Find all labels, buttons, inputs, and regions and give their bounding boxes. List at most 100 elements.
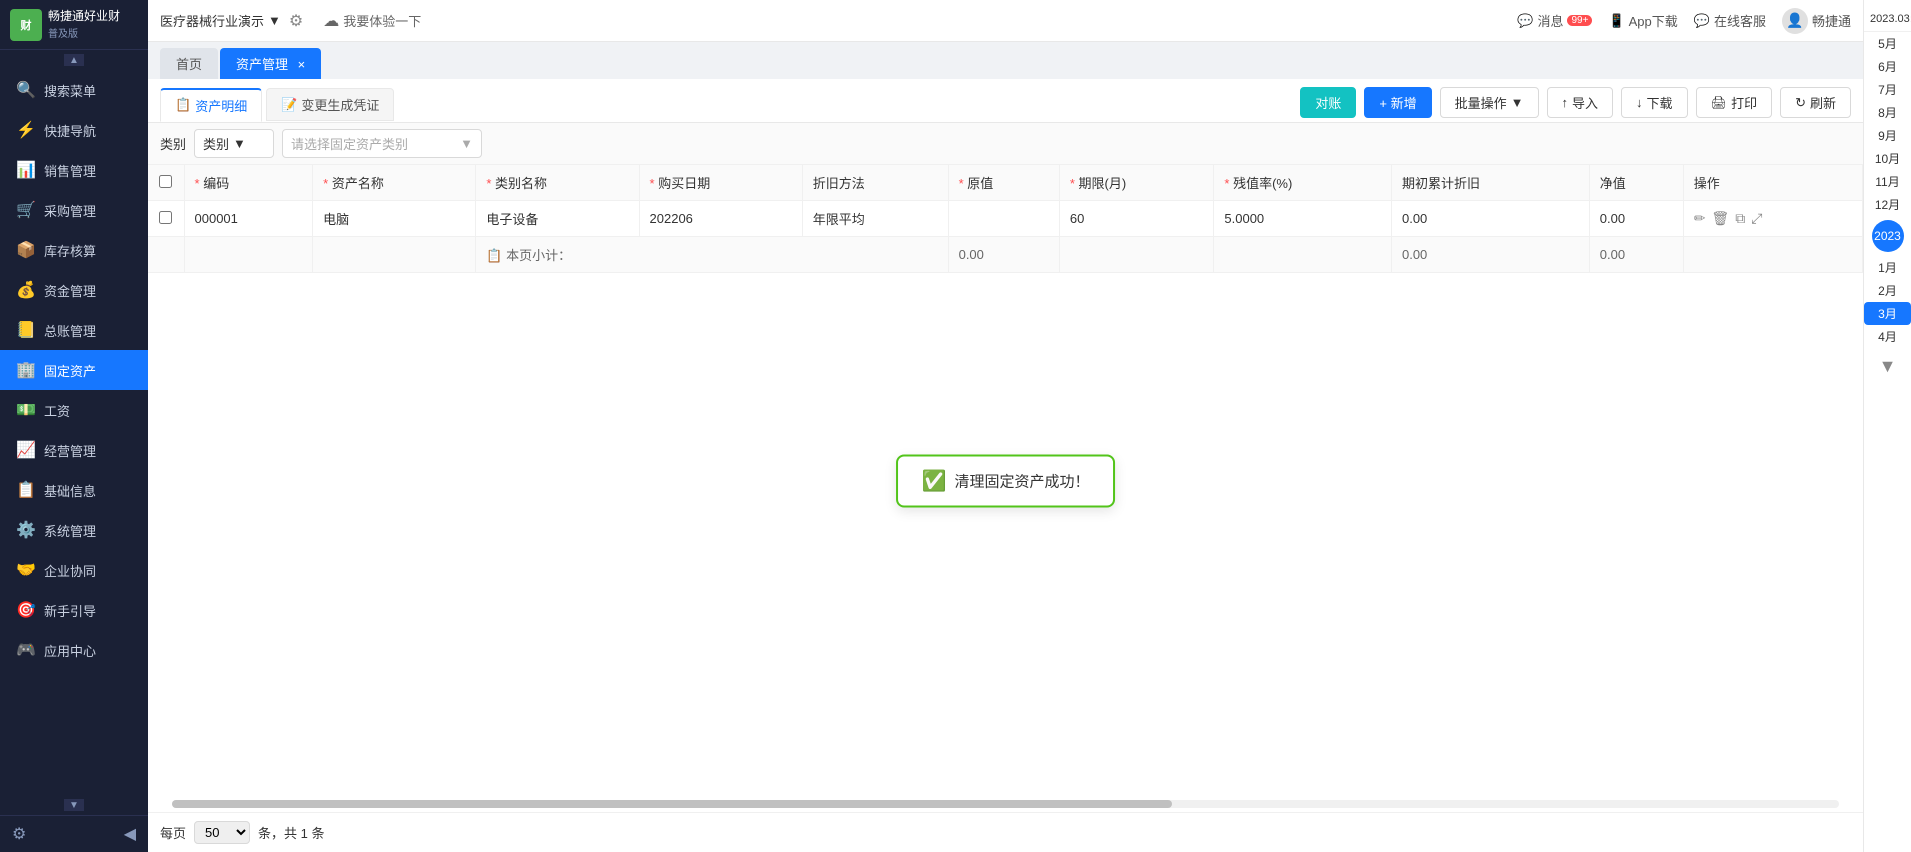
prev-month-5[interactable]: 5月 [1864, 32, 1911, 55]
sidebar-scroll-down[interactable]: ▼ [0, 795, 148, 815]
quick-nav-icon: ⚡ [16, 120, 36, 140]
sub-tab-change-voucher[interactable]: 📝 变更生成凭证 [266, 88, 394, 121]
sidebar-item-fixed-assets[interactable]: 🏢 固定资产 [0, 350, 148, 390]
import-label: 导入 [1572, 93, 1598, 112]
settings-icon[interactable]: ⚙ [12, 824, 26, 844]
header-residual-rate: * 残值率(%) [1214, 165, 1392, 201]
tab-asset-label: 资产管理 [236, 57, 288, 72]
sidebar-item-ledger[interactable]: 📒 总账管理 [0, 310, 148, 350]
select-all-checkbox[interactable] [159, 175, 172, 188]
sidebar-item-label: 库存核算 [44, 241, 96, 260]
sidebar-logo: 财 畅捷通好业财 普及版 [0, 0, 148, 50]
collapse-icon[interactable]: ◀ [124, 824, 136, 844]
row-checkbox[interactable] [159, 211, 172, 224]
logo-text: 畅捷通好业财 [48, 9, 120, 25]
more-icon[interactable]: ⤢ [1751, 210, 1762, 227]
settings-gear-icon[interactable]: ⚙ [289, 11, 303, 31]
sidebar-item-label: 资金管理 [44, 281, 96, 300]
sidebar-item-operations[interactable]: 📈 经营管理 [0, 430, 148, 470]
subtotal-original: 0.00 [948, 237, 1059, 273]
basic-info-icon: 📋 [16, 480, 36, 500]
operations-icon: 📈 [16, 440, 36, 460]
subtotal-icon: 📋 [486, 248, 502, 263]
user-menu[interactable]: 👤 畅捷通 [1782, 8, 1851, 34]
sidebar-nav: 🔍 搜索菜单 ⚡ 快捷导航 📊 销售管理 🛒 采购管理 📦 库存核算 💰 资金管… [0, 70, 148, 795]
cell-name: 电脑 [313, 201, 476, 237]
cell-actions: ✏ 🗑 ⧉ ⤢ [1683, 201, 1862, 237]
edit-icon[interactable]: ✏ [1694, 210, 1706, 227]
subtotal-initial: 0.00 [1391, 237, 1589, 273]
sidebar-item-sales[interactable]: 📊 销售管理 [0, 150, 148, 190]
subtotal-label-cell: 📋 本页小计： [476, 237, 948, 273]
search-icon: 🔍 [16, 80, 36, 100]
batch-button[interactable]: 批量操作 ▼ [1440, 87, 1539, 118]
category-filter-select[interactable]: 类别 ▼ [194, 129, 274, 158]
curr-month-3[interactable]: 3月 [1864, 302, 1911, 325]
messages-button[interactable]: 💬 消息 99+ [1517, 11, 1592, 30]
sidebar-scroll-up[interactable]: ▲ [0, 50, 148, 70]
prev-month-10[interactable]: 10月 [1864, 147, 1911, 170]
header-initial-accumulated: 期初累计折旧 [1391, 165, 1589, 201]
horizontal-scrollbar[interactable] [172, 800, 1839, 808]
scroll-down-btn[interactable]: ▼ [64, 799, 84, 811]
header-category: * 类别名称 [476, 165, 639, 201]
tab-close-icon[interactable]: × [298, 57, 306, 72]
download-button[interactable]: ↓ 下载 [1621, 87, 1688, 118]
row-action-buttons: ✏ 🗑 ⧉ ⤢ [1694, 210, 1852, 227]
curr-month-4[interactable]: 4月 [1864, 325, 1911, 348]
import-button[interactable]: ↑ 导入 [1547, 87, 1614, 118]
right-panel: 2023.03 × ⤢ 5月 6月 7月 8月 9月 10月 11月 12月 2… [1863, 0, 1911, 852]
curr-month-2[interactable]: 2月 [1864, 279, 1911, 302]
online-service-button[interactable]: 💬 在线客服 [1694, 11, 1766, 30]
prev-month-9[interactable]: 9月 [1864, 124, 1911, 147]
sidebar-item-basic-info[interactable]: 📋 基础信息 [0, 470, 148, 510]
app-download-button[interactable]: 📱 App下载 [1608, 11, 1677, 30]
prev-month-8[interactable]: 8月 [1864, 101, 1911, 124]
sidebar-item-system[interactable]: ⚙️ 系统管理 [0, 510, 148, 550]
table-header-row: * 编码 * 资产名称 * 类别名称 * 购买日期 折旧方法 * 原值 * 期限… [148, 165, 1863, 201]
avatar: 👤 [1782, 8, 1808, 34]
success-toast: ✅ 清理固定资产成功！ [896, 454, 1116, 507]
reconcile-button[interactable]: 对账 [1300, 87, 1356, 118]
year-badge[interactable]: 2023 [1872, 220, 1904, 252]
sidebar-item-search[interactable]: 🔍 搜索菜单 [0, 70, 148, 110]
sidebar-item-app-center[interactable]: 🎮 应用中心 [0, 630, 148, 670]
category-input[interactable]: 请选择固定资产类别 ▼ [282, 129, 482, 158]
scroll-up-btn[interactable]: ▲ [64, 54, 84, 66]
app-center-icon: 🎮 [16, 640, 36, 660]
print-button[interactable]: 🖨 打印 [1696, 87, 1773, 118]
curr-month-1[interactable]: 1月 [1864, 256, 1911, 279]
sidebar-item-capital[interactable]: 💰 资金管理 [0, 270, 148, 310]
sidebar-item-purchase[interactable]: 🛒 采购管理 [0, 190, 148, 230]
sidebar-item-quick-nav[interactable]: ⚡ 快捷导航 [0, 110, 148, 150]
copy-icon[interactable]: ⧉ [1735, 210, 1745, 227]
sidebar-item-enterprise[interactable]: 🤝 企业协同 [0, 550, 148, 590]
sub-tab-asset-detail[interactable]: 📋 资产明细 [160, 88, 262, 122]
row-checkbox-cell [148, 201, 184, 237]
sidebar-item-guide[interactable]: 🎯 新手引导 [0, 590, 148, 630]
prev-month-6[interactable]: 6月 [1864, 55, 1911, 78]
subtotal-row: 📋 本页小计： 0.00 0.00 0.00 [148, 237, 1863, 273]
refresh-button[interactable]: ↻ 刷新 [1780, 87, 1851, 118]
feedback-button[interactable]: ☁ 我要体验一下 [323, 11, 421, 31]
panel-down-arrow[interactable]: ▼ [1879, 356, 1897, 377]
prev-month-12[interactable]: 12月 [1864, 193, 1911, 216]
header-actions: 操作 [1683, 165, 1862, 201]
sidebar-item-payroll[interactable]: 💵 工资 [0, 390, 148, 430]
new-button[interactable]: + 新增 [1364, 87, 1431, 118]
tab-home[interactable]: 首页 [160, 48, 218, 79]
company-selector[interactable]: 医疗器械行业演示 ▼ [160, 11, 281, 30]
header-net-value: 净值 [1589, 165, 1683, 201]
sidebar-item-inventory[interactable]: 📦 库存核算 [0, 230, 148, 270]
tab-home-label: 首页 [176, 57, 202, 72]
messages-badge: 99+ [1567, 15, 1592, 26]
header-depreciation: 折旧方法 [802, 165, 948, 201]
header-left: 医疗器械行业演示 ▼ ⚙ ☁ 我要体验一下 [160, 11, 421, 31]
prev-month-7[interactable]: 7月 [1864, 78, 1911, 101]
tab-asset-mgmt[interactable]: 资产管理 × [220, 48, 321, 79]
prev-month-11[interactable]: 11月 [1864, 170, 1911, 193]
delete-icon[interactable]: 🗑 [1711, 210, 1729, 227]
per-page-label: 每页 [160, 823, 186, 842]
sub-tab-bar: 📋 资产明细 📝 变更生成凭证 对账 + 新增 批量操作 ▼ ↑ 导入 [148, 79, 1863, 123]
per-page-select[interactable]: 50 10 20 100 [194, 821, 250, 844]
